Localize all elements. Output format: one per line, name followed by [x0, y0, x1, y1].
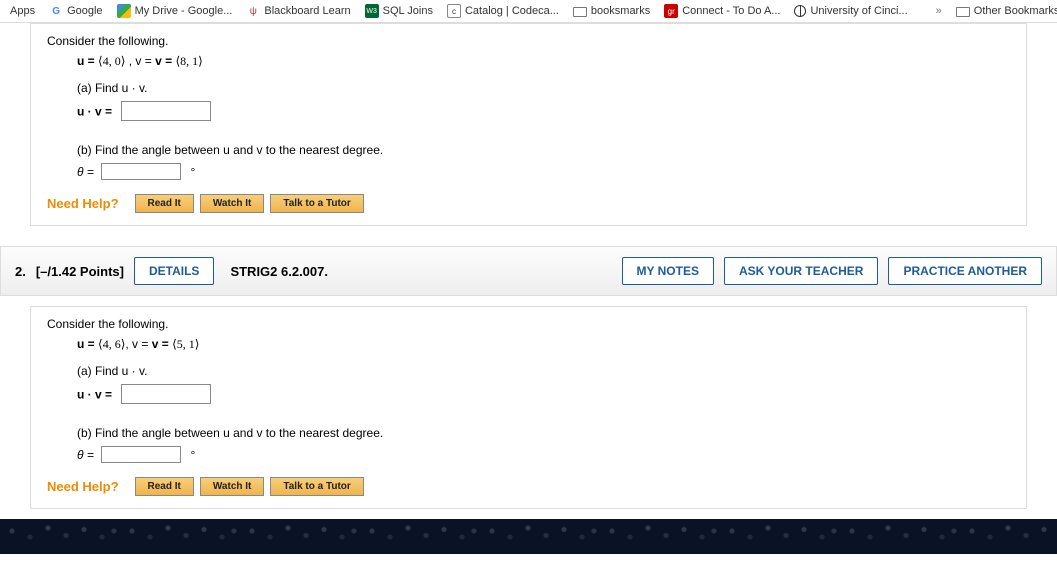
- dot-product-row: u · v =: [77, 384, 1010, 404]
- part-a-prompt: (a) Find u · v.: [77, 364, 1010, 378]
- bookmark-drive[interactable]: My Drive - Google...: [117, 4, 233, 18]
- my-notes-button[interactable]: MY NOTES: [622, 257, 714, 285]
- theta-label: θ =: [77, 448, 94, 462]
- watch-it-button[interactable]: Watch It: [200, 477, 265, 496]
- bookmark-folder[interactable]: booksmarks: [573, 5, 650, 17]
- question-card-1: Consider the following. u = ⟨4, 0⟩ , v =…: [30, 23, 1027, 226]
- question-number: 2.: [15, 264, 26, 279]
- question-reference: STRIG2 6.2.007.: [230, 264, 328, 279]
- bookmark-uc[interactable]: University of Cinci...: [794, 5, 907, 17]
- folder-icon: [573, 7, 587, 17]
- vector-definition: u = ⟨4, 6⟩, v = v = ⟨5, 1⟩: [77, 337, 1010, 352]
- bookmark-label: My Drive - Google...: [135, 5, 233, 17]
- question-card-2: Consider the following. u = ⟨4, 6⟩, v = …: [30, 306, 1027, 509]
- need-help-label: Need Help?: [47, 479, 119, 494]
- part-a-prompt: (a) Find u · v.: [77, 81, 1010, 95]
- degree-symbol: °: [191, 448, 196, 462]
- question-points: [–/1.42 Points]: [36, 264, 124, 279]
- dot-product-label: u · v =: [77, 388, 112, 402]
- bookmark-label: SQL Joins: [383, 5, 433, 17]
- question-prompt: Consider the following.: [47, 34, 1010, 48]
- dot-product-input[interactable]: [121, 384, 211, 404]
- blackboard-icon: ψ: [246, 4, 260, 18]
- theta-row: θ = °: [77, 163, 1010, 180]
- degree-symbol: °: [191, 165, 196, 179]
- bookmark-blackboard[interactable]: ψ Blackboard Learn: [246, 4, 350, 18]
- dot-product-input[interactable]: [121, 101, 211, 121]
- talk-tutor-button[interactable]: Talk to a Tutor: [270, 477, 363, 496]
- footer-decoration: [0, 519, 1057, 554]
- bookmark-google[interactable]: G Google: [49, 4, 102, 18]
- need-help-row: Need Help? Read It Watch It Talk to a Tu…: [47, 194, 1010, 213]
- chevron-right-icon[interactable]: »: [936, 5, 942, 17]
- bookmark-connect[interactable]: gr Connect - To Do A...: [664, 4, 780, 18]
- drive-icon: [117, 4, 131, 18]
- theta-input[interactable]: [101, 446, 181, 463]
- part-b-prompt: (b) Find the angle between u and v to th…: [77, 426, 1010, 440]
- bookmark-label: booksmarks: [591, 5, 650, 17]
- bookmark-label: University of Cinci...: [810, 5, 907, 17]
- details-button[interactable]: DETAILS: [134, 257, 214, 285]
- bookmark-label: Other Bookmarks: [974, 5, 1057, 17]
- theta-input[interactable]: [101, 163, 181, 180]
- dot-product-label: u · v =: [77, 105, 112, 119]
- need-help-row: Need Help? Read It Watch It Talk to a Tu…: [47, 477, 1010, 496]
- question-prompt: Consider the following.: [47, 317, 1010, 331]
- bookmark-bar: Apps G Google My Drive - Google... ψ Bla…: [0, 0, 1057, 23]
- talk-tutor-button[interactable]: Talk to a Tutor: [270, 194, 363, 213]
- read-it-button[interactable]: Read It: [135, 194, 194, 213]
- apps-button[interactable]: Apps: [10, 5, 35, 17]
- bookmark-label: Catalog | Codeca...: [465, 5, 559, 17]
- theta-label: θ =: [77, 165, 94, 179]
- need-help-label: Need Help?: [47, 196, 119, 211]
- google-icon: G: [49, 4, 63, 18]
- apps-label: Apps: [10, 5, 35, 17]
- bookmark-label: Blackboard Learn: [264, 5, 350, 17]
- bookmark-sql[interactable]: W3 SQL Joins: [365, 4, 433, 18]
- read-it-button[interactable]: Read It: [135, 477, 194, 496]
- folder-icon: [956, 7, 970, 17]
- bookmark-catalog[interactable]: c Catalog | Codeca...: [447, 4, 559, 18]
- vector-definition: u = ⟨4, 0⟩ , v = v = ⟨8, 1⟩: [77, 54, 1010, 69]
- theta-row: θ = °: [77, 446, 1010, 463]
- bookmark-label: Connect - To Do A...: [682, 5, 780, 17]
- question-header-2: 2. [–/1.42 Points] DETAILS STRIG2 6.2.00…: [0, 246, 1057, 296]
- other-bookmarks[interactable]: Other Bookmarks: [956, 5, 1057, 17]
- practice-another-button[interactable]: PRACTICE ANOTHER: [888, 257, 1042, 285]
- dot-product-row: u · v =: [77, 101, 1010, 121]
- ask-teacher-button[interactable]: ASK YOUR TEACHER: [724, 257, 878, 285]
- globe-icon: [794, 5, 806, 17]
- part-b-prompt: (b) Find the angle between u and v to th…: [77, 143, 1010, 157]
- catalog-icon: c: [447, 4, 461, 18]
- sql-icon: W3: [365, 4, 379, 18]
- bookmark-label: Google: [67, 5, 102, 17]
- connect-icon: gr: [664, 4, 678, 18]
- watch-it-button[interactable]: Watch It: [200, 194, 265, 213]
